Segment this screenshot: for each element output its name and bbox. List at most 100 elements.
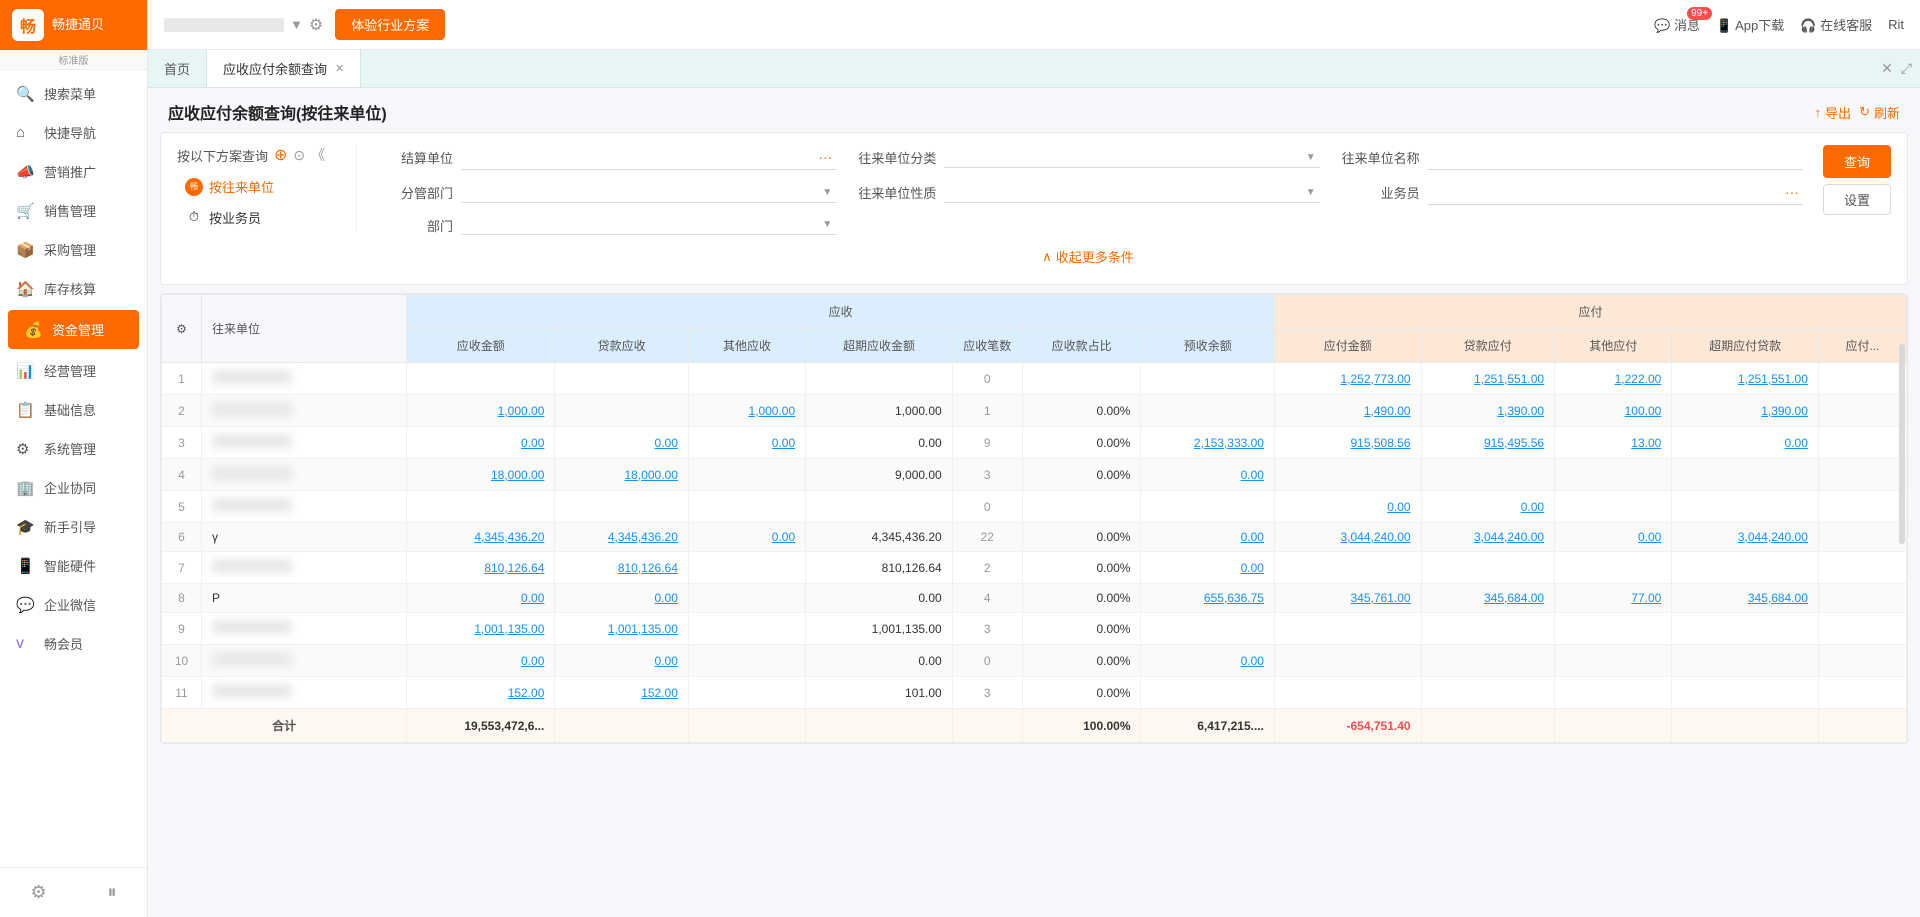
sidebar-item-inventory[interactable]: 🏠 库存核算: [0, 269, 147, 308]
table-cell[interactable]: 1,222.00: [1555, 363, 1672, 395]
tab-expand-icon[interactable]: ⤢: [1901, 60, 1912, 77]
table-cell[interactable]: 810,126.64: [407, 552, 555, 584]
table-cell: 0.00%: [1022, 613, 1141, 645]
yewu-dots-icon[interactable]: ···: [1785, 184, 1799, 200]
table-cell[interactable]: 0.00: [688, 427, 805, 459]
table-settings-icon[interactable]: ⚙: [176, 322, 187, 336]
table-cell[interactable]: 0.00: [555, 645, 689, 677]
table-cell[interactable]: 0.00: [1141, 459, 1275, 491]
table-cell[interactable]: 915,508.56: [1274, 427, 1421, 459]
table-cell[interactable]: 1,001,135.00: [407, 613, 555, 645]
settings-icon[interactable]: ⚙: [309, 15, 323, 35]
scrollbar-thumb[interactable]: [1899, 344, 1905, 544]
table-cell[interactable]: 915,495.56: [1421, 427, 1555, 459]
th-settings[interactable]: ⚙: [162, 295, 202, 363]
table-cell[interactable]: 1,251,551.00: [1421, 363, 1555, 395]
table-cell[interactable]: 0.00: [1141, 552, 1275, 584]
footer-ys-amount[interactable]: 19,553,472,6...: [407, 709, 555, 743]
jiesuan-dots-icon[interactable]: ···: [818, 149, 832, 165]
sidebar-item-system[interactable]: ⚙ 系统管理: [0, 429, 147, 468]
table-cell[interactable]: 18,000.00: [407, 459, 555, 491]
chevron-down-icon[interactable]: ▼: [290, 17, 303, 32]
app-download-button[interactable]: 📱 App下载: [1716, 15, 1784, 34]
table-cell[interactable]: 0.00: [688, 523, 805, 552]
table-cell[interactable]: 2,153,333.00: [1141, 427, 1275, 459]
table-cell[interactable]: 4,345,436.20: [407, 523, 555, 552]
sidebar-item-sales[interactable]: 🛒 销售管理: [0, 191, 147, 230]
table-cell[interactable]: 810,126.64: [555, 552, 689, 584]
filter-collapse-icon[interactable]: 《: [311, 145, 325, 165]
table-cell[interactable]: 77.00: [1555, 584, 1672, 613]
table-cell[interactable]: 1,251,551.00: [1672, 363, 1819, 395]
table-cell[interactable]: 4,345,436.20: [555, 523, 689, 552]
sidebar-item-quicknav[interactable]: ⌂ 快捷导航: [0, 113, 147, 152]
table-cell[interactable]: 0.00: [407, 645, 555, 677]
sidebar-item-search[interactable]: 🔍 搜索菜单: [0, 74, 147, 113]
online-service-button[interactable]: 🎧 在线客服: [1800, 15, 1872, 34]
collapse-bottom-btn[interactable]: ⏸: [102, 876, 123, 909]
table-cell[interactable]: 0.00: [1672, 427, 1819, 459]
sidebar-item-member[interactable]: V 畅会员: [0, 624, 147, 663]
table-cell[interactable]: 1,252,773.00: [1274, 363, 1421, 395]
export-button[interactable]: ↑ 导出: [1815, 103, 1852, 122]
table-cell[interactable]: 100.00: [1555, 395, 1672, 427]
table-cell[interactable]: 0.00: [555, 584, 689, 613]
collapse-more-button[interactable]: ∧ 收起更多条件: [373, 241, 1803, 272]
table-cell[interactable]: 0.00: [555, 427, 689, 459]
table-cell[interactable]: 1,001,135.00: [555, 613, 689, 645]
refresh-button[interactable]: ↻ 刷新: [1859, 103, 1900, 122]
table-cell[interactable]: 1,000.00: [407, 395, 555, 427]
table-cell[interactable]: 152.00: [407, 677, 555, 709]
sidebar-item-hardware[interactable]: 📱 智能硬件: [0, 546, 147, 585]
table-cell[interactable]: 345,684.00: [1672, 584, 1819, 613]
table-cell[interactable]: 152.00: [555, 677, 689, 709]
sidebar-item-capital[interactable]: 💰 资金管理: [8, 310, 139, 349]
table-cell[interactable]: 345,761.00: [1274, 584, 1421, 613]
tab-balance[interactable]: 应收应付余额查询 ✕: [207, 50, 361, 87]
table-cell[interactable]: 0.00: [1274, 491, 1421, 523]
table-cell[interactable]: 0.00: [1555, 523, 1672, 552]
settings-bottom-btn[interactable]: ⚙: [24, 876, 52, 909]
sidebar-item-operation[interactable]: 📊 经营管理: [0, 351, 147, 390]
sidebar-item-purchase[interactable]: 📦 采购管理: [0, 230, 147, 269]
table-cell[interactable]: 1,000.00: [688, 395, 805, 427]
table-cell[interactable]: 1,490.00: [1274, 395, 1421, 427]
sidebar-item-basic[interactable]: 📋 基础信息: [0, 390, 147, 429]
dept-select[interactable]: ▼: [461, 215, 836, 235]
table-cell[interactable]: 18,000.00: [555, 459, 689, 491]
table-cell[interactable]: 655,636.75: [1141, 584, 1275, 613]
table-cell[interactable]: 345,684.00: [1421, 584, 1555, 613]
filter-add-button[interactable]: ⊕: [274, 145, 287, 165]
query-button[interactable]: 查询: [1823, 145, 1891, 178]
table-cell[interactable]: 1,390.00: [1672, 395, 1819, 427]
table-cell[interactable]: 1,390.00: [1421, 395, 1555, 427]
wanglai-name-input[interactable]: [1428, 146, 1803, 170]
wanglai-cat-select[interactable]: ▼: [944, 148, 1319, 168]
footer-pre-balance[interactable]: 6,417,215....: [1141, 709, 1275, 743]
message-button[interactable]: 💬 消息 99+: [1654, 15, 1700, 34]
setting-button[interactable]: 设置: [1823, 184, 1891, 215]
scheme-by-staff[interactable]: ⏱ 按业务员: [177, 204, 344, 231]
table-cell[interactable]: 13.00: [1555, 427, 1672, 459]
industry-solution-button[interactable]: 体验行业方案: [335, 9, 445, 40]
sidebar-item-enterprise[interactable]: 🏢 企业协同: [0, 468, 147, 507]
scheme-by-unit[interactable]: 畅 按往来单位: [177, 173, 344, 200]
wanglai-nature-select[interactable]: ▼: [944, 183, 1319, 203]
fenguan-select[interactable]: ▼: [461, 183, 836, 203]
sidebar-item-guide[interactable]: 🎓 新手引导: [0, 507, 147, 546]
table-cell[interactable]: 0.00: [1141, 523, 1275, 552]
table-cell[interactable]: 3,044,240.00: [1274, 523, 1421, 552]
table-cell[interactable]: 0.00: [407, 427, 555, 459]
table-cell[interactable]: 0.00: [1421, 491, 1555, 523]
table-cell[interactable]: 3,044,240.00: [1672, 523, 1819, 552]
sidebar-item-marketing[interactable]: 📣 营销推广: [0, 152, 147, 191]
table-cell[interactable]: 0.00: [407, 584, 555, 613]
tab-home[interactable]: 首页: [148, 50, 207, 87]
user-menu[interactable]: Rit: [1888, 17, 1904, 32]
table-cell[interactable]: 0.00: [1141, 645, 1275, 677]
filter-scheme-icon[interactable]: ⊙: [293, 147, 305, 164]
tab-close-icon[interactable]: ✕: [335, 62, 344, 75]
sidebar-item-wechat[interactable]: 💬 企业微信: [0, 585, 147, 624]
tab-close-window-icon[interactable]: ✕: [1881, 60, 1893, 77]
table-cell[interactable]: 3,044,240.00: [1421, 523, 1555, 552]
